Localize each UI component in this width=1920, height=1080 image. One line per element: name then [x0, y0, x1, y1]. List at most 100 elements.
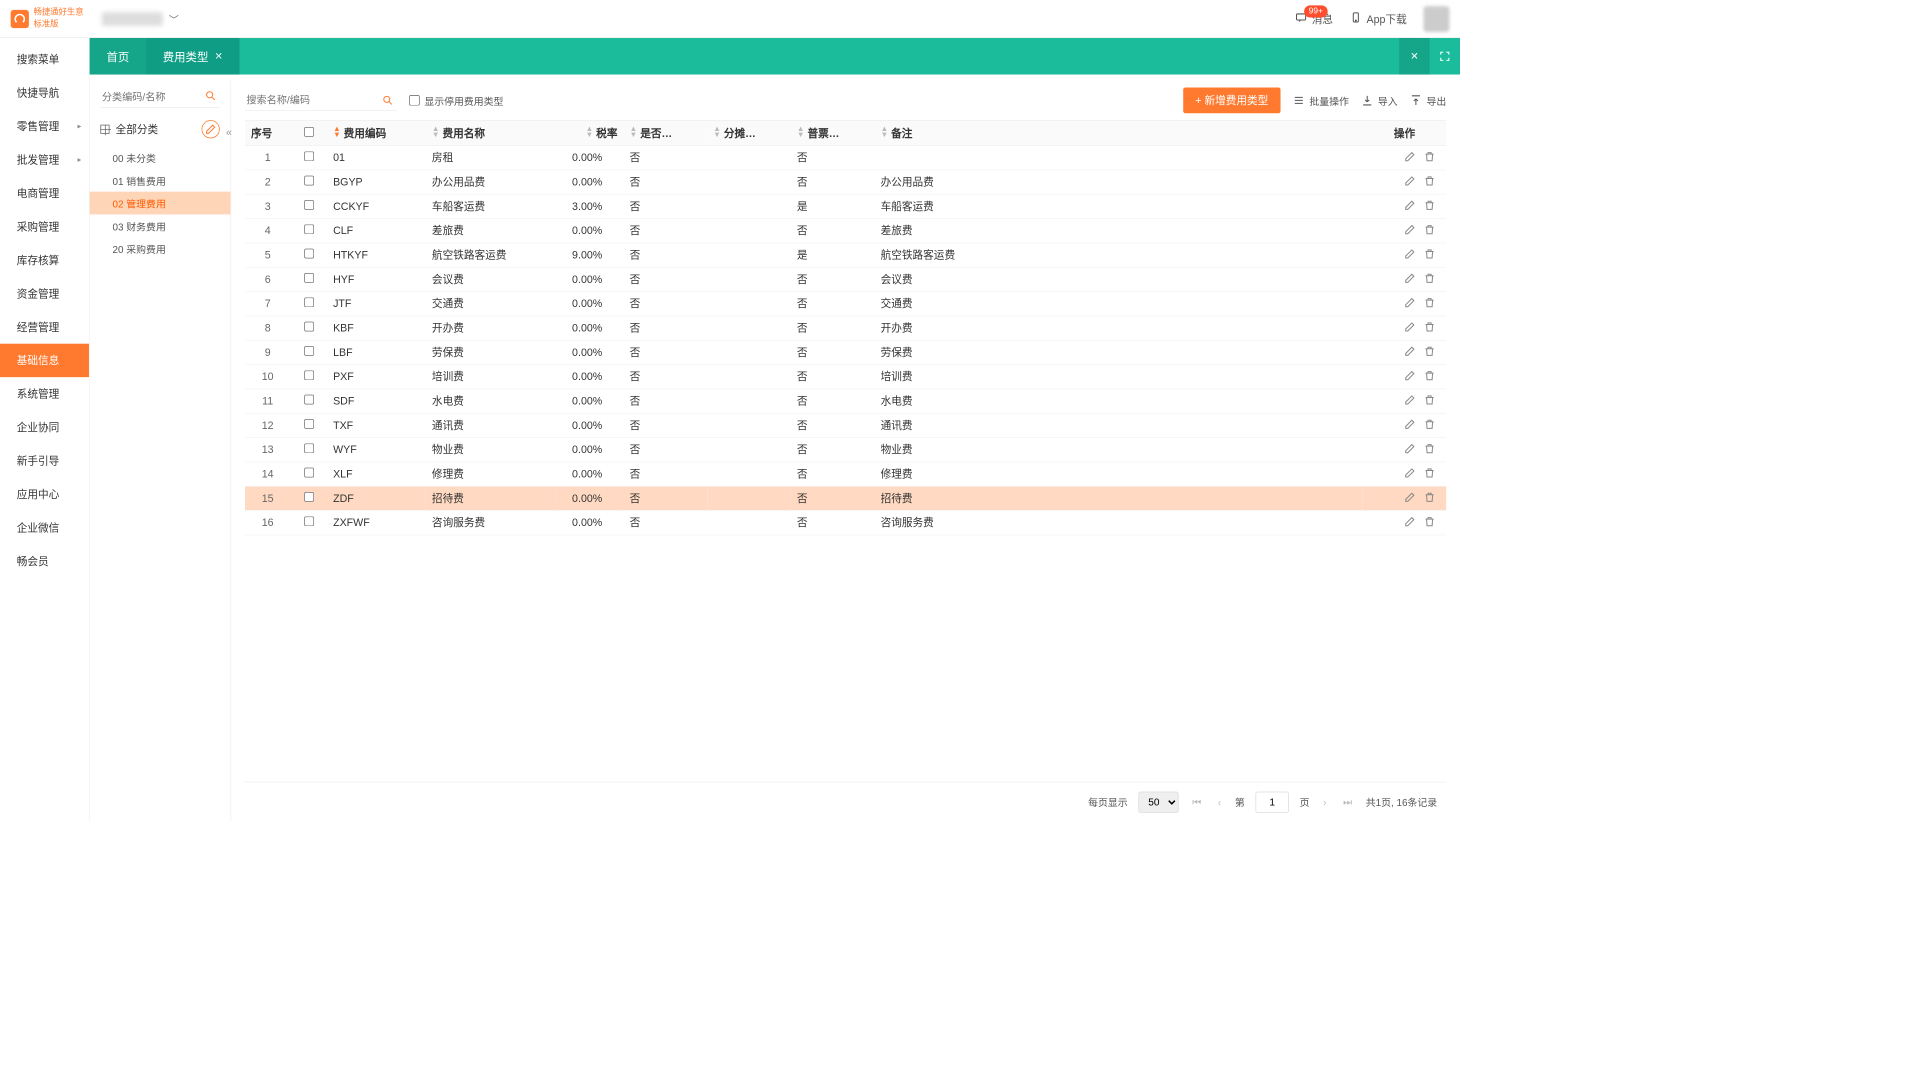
- edit-icon[interactable]: [1404, 323, 1416, 335]
- table-row[interactable]: 13WYF物业费0.00%否否物业费: [245, 437, 1446, 461]
- row-checkbox[interactable]: [304, 419, 314, 429]
- batch-ops-button[interactable]: 批量操作: [1293, 93, 1349, 107]
- row-checkbox[interactable]: [304, 395, 314, 405]
- row-checkbox[interactable]: [304, 468, 314, 478]
- delete-icon[interactable]: [1424, 420, 1436, 432]
- import-button[interactable]: 导入: [1361, 93, 1398, 107]
- table-row[interactable]: 8KBF开办费0.00%否否开办费: [245, 316, 1446, 340]
- edit-categories-button[interactable]: [202, 120, 220, 138]
- edit-icon[interactable]: [1404, 469, 1416, 481]
- sidebar-item[interactable]: 企业协同: [0, 411, 89, 444]
- page-size-select[interactable]: 50: [1138, 791, 1178, 812]
- category-search-input[interactable]: [100, 87, 219, 108]
- edit-icon[interactable]: [1404, 177, 1416, 189]
- table-row[interactable]: 11SDF水电费0.00%否否水电费: [245, 389, 1446, 413]
- delete-icon[interactable]: [1424, 250, 1436, 262]
- row-checkbox[interactable]: [304, 176, 314, 186]
- table-row[interactable]: 16ZXFWF咨询服务费0.00%否否咨询服务费: [245, 510, 1446, 534]
- row-checkbox[interactable]: [304, 322, 314, 332]
- col-a[interactable]: ▲▼是否…: [624, 121, 708, 145]
- table-row[interactable]: 2BGYP办公用品费0.00%否否办公用品费: [245, 170, 1446, 194]
- avatar[interactable]: [1424, 6, 1450, 32]
- edit-icon[interactable]: [1404, 225, 1416, 237]
- export-button[interactable]: 导出: [1410, 93, 1447, 107]
- row-checkbox[interactable]: [304, 151, 314, 161]
- pager-next-button[interactable]: ›: [1320, 796, 1329, 807]
- category-item[interactable]: 00 未分类: [90, 146, 231, 169]
- sidebar-item[interactable]: 批发管理▸: [0, 143, 89, 176]
- delete-icon[interactable]: [1424, 444, 1436, 456]
- table-row[interactable]: 12TXF通讯费0.00%否否通讯费: [245, 413, 1446, 437]
- col-seq[interactable]: 序号: [245, 121, 291, 145]
- org-selector[interactable]: ﹀: [102, 11, 239, 25]
- sidebar-item[interactable]: 系统管理: [0, 377, 89, 410]
- close-icon[interactable]: ✕: [214, 50, 222, 62]
- show-disabled-input[interactable]: [409, 95, 420, 106]
- category-all[interactable]: 全部分类: [90, 114, 231, 144]
- pager-page-input[interactable]: [1255, 791, 1288, 812]
- sidebar-item[interactable]: 库存核算: [0, 243, 89, 276]
- row-checkbox[interactable]: [304, 273, 314, 283]
- row-checkbox[interactable]: [304, 200, 314, 210]
- select-all-checkbox[interactable]: [304, 127, 314, 137]
- edit-icon[interactable]: [1404, 371, 1416, 383]
- delete-icon[interactable]: [1424, 298, 1436, 310]
- delete-icon[interactable]: [1424, 493, 1436, 505]
- app-download-button[interactable]: App下载: [1350, 11, 1407, 26]
- messages-button[interactable]: 消息 99+: [1295, 11, 1333, 26]
- sidebar-item[interactable]: 快捷导航: [0, 76, 89, 109]
- col-remark[interactable]: ▲▼备注: [874, 121, 1362, 145]
- tab-fee-type[interactable]: 费用类型 ✕: [146, 38, 239, 75]
- delete-icon[interactable]: [1424, 371, 1436, 383]
- fullscreen-button[interactable]: [1430, 38, 1460, 75]
- edit-icon[interactable]: [1404, 420, 1416, 432]
- table-row[interactable]: 15ZDF招待费0.00%否否招待费: [245, 486, 1446, 510]
- pager-first-button[interactable]: ⏮: [1189, 796, 1204, 808]
- table-row[interactable]: 14XLF修理费0.00%否否修理费: [245, 462, 1446, 486]
- add-fee-type-button[interactable]: + 新增费用类型: [1183, 87, 1280, 113]
- table-row[interactable]: 7JTF交通费0.00%否否交通费: [245, 291, 1446, 315]
- tabs-close-all-button[interactable]: ✕: [1399, 38, 1429, 75]
- category-item[interactable]: 02 管理费用: [90, 192, 231, 215]
- col-c[interactable]: ▲▼普票…: [791, 121, 875, 145]
- col-b[interactable]: ▲▼分摊…: [707, 121, 791, 145]
- show-disabled-checkbox[interactable]: 显示停用费用类型: [409, 93, 503, 107]
- sidebar-item[interactable]: 畅会员: [0, 544, 89, 577]
- row-checkbox[interactable]: [304, 516, 314, 526]
- delete-icon[interactable]: [1424, 469, 1436, 481]
- edit-icon[interactable]: [1404, 298, 1416, 310]
- category-item[interactable]: 20 采购费用: [90, 237, 231, 260]
- delete-icon[interactable]: [1424, 347, 1436, 359]
- row-checkbox[interactable]: [304, 443, 314, 453]
- edit-icon[interactable]: [1404, 250, 1416, 262]
- table-row[interactable]: 101房租0.00%否否: [245, 145, 1446, 169]
- sidebar-item[interactable]: 经营管理: [0, 310, 89, 343]
- search-icon[interactable]: [205, 90, 217, 104]
- row-checkbox[interactable]: [304, 224, 314, 234]
- col-name[interactable]: ▲▼费用名称: [426, 121, 555, 145]
- pager-prev-button[interactable]: ‹: [1215, 796, 1224, 807]
- delete-icon[interactable]: [1424, 396, 1436, 408]
- row-checkbox[interactable]: [304, 346, 314, 356]
- table-row[interactable]: 3CCKYF车船客运费3.00%否是车船客运费: [245, 194, 1446, 218]
- edit-icon[interactable]: [1404, 493, 1416, 505]
- table-row[interactable]: 6HYF会议费0.00%否否会议费: [245, 267, 1446, 291]
- row-checkbox[interactable]: [304, 249, 314, 259]
- edit-icon[interactable]: [1404, 347, 1416, 359]
- search-icon[interactable]: [382, 94, 394, 108]
- sidebar-item[interactable]: 新手引导: [0, 444, 89, 477]
- sidebar-item[interactable]: 电商管理: [0, 176, 89, 209]
- delete-icon[interactable]: [1424, 201, 1436, 213]
- category-item[interactable]: 01 销售费用: [90, 169, 231, 192]
- edit-icon[interactable]: [1404, 396, 1416, 408]
- sidebar-item[interactable]: 应用中心: [0, 478, 89, 511]
- sidebar-item[interactable]: 企业微信: [0, 511, 89, 544]
- delete-icon[interactable]: [1424, 274, 1436, 286]
- row-checkbox[interactable]: [304, 492, 314, 502]
- table-row[interactable]: 5HTKYF航空铁路客运费9.00%否是航空铁路客运费: [245, 243, 1446, 267]
- edit-icon[interactable]: [1404, 152, 1416, 164]
- search-input[interactable]: [245, 90, 397, 111]
- pager-last-button[interactable]: ⏭: [1340, 796, 1355, 808]
- edit-icon[interactable]: [1404, 274, 1416, 286]
- sidebar-item[interactable]: 采购管理: [0, 210, 89, 243]
